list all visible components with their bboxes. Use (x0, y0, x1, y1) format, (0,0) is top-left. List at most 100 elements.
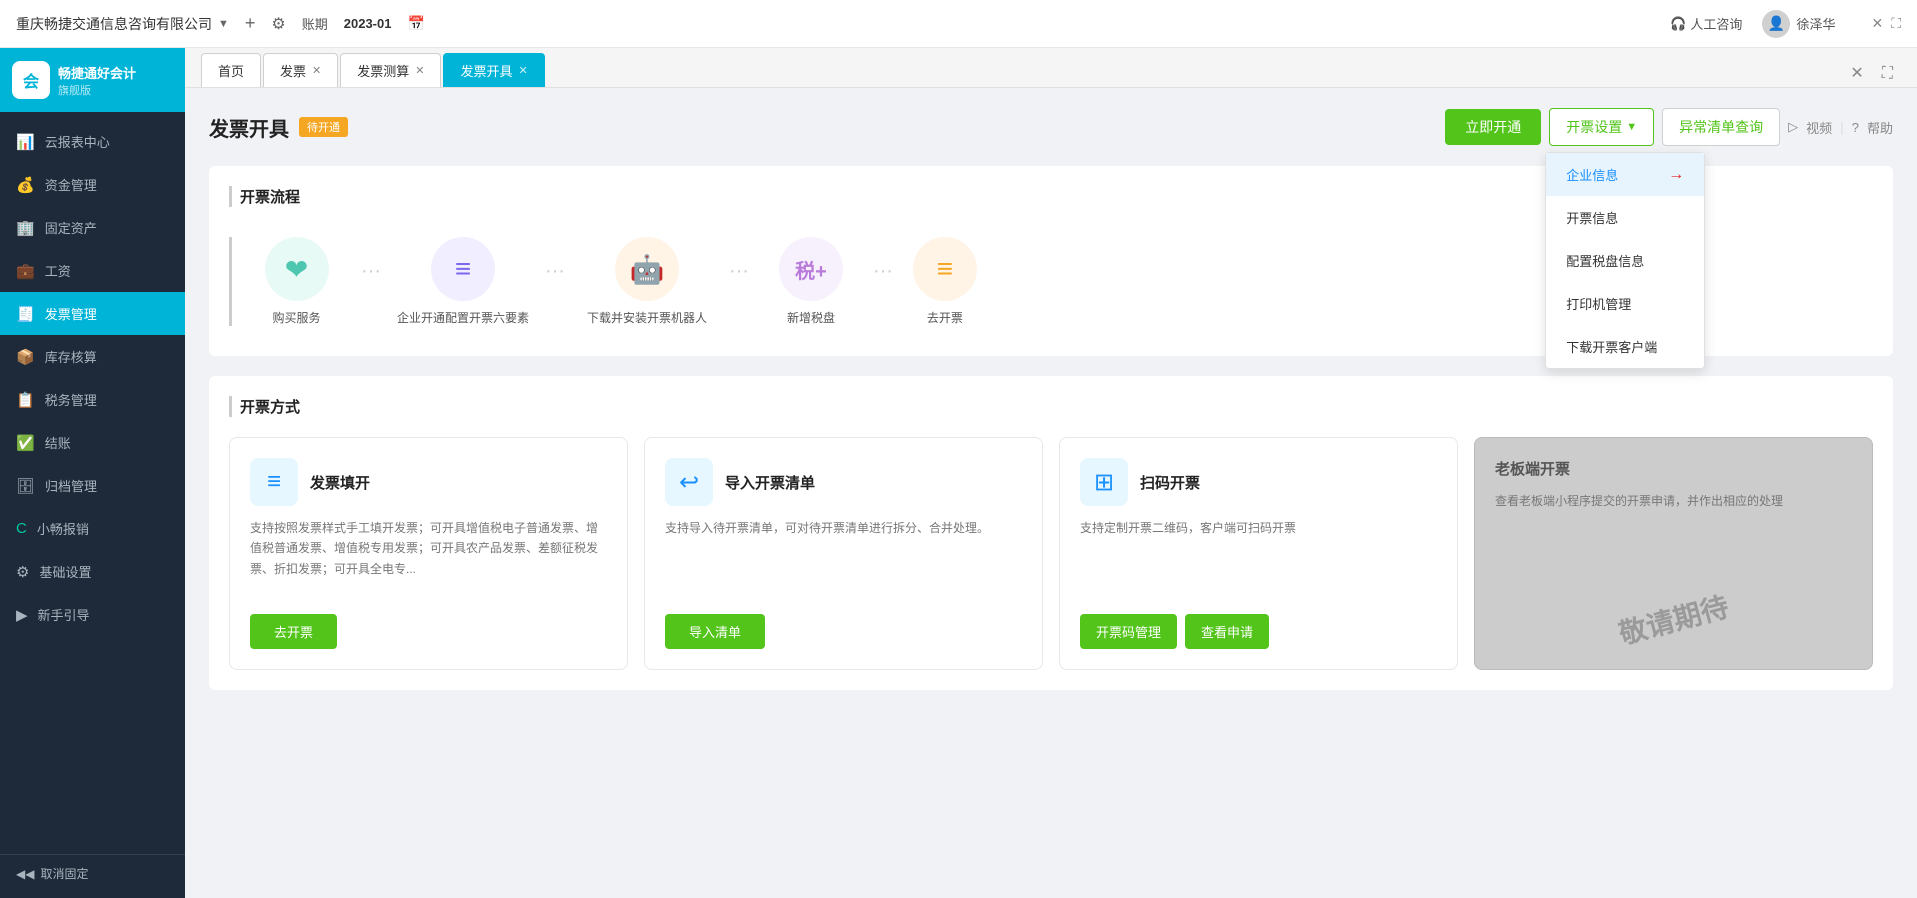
sidebar-item-invoice[interactable]: 🧾 发票管理 (0, 292, 185, 335)
sidebar-item-guide[interactable]: ▶ 新手引导 (0, 593, 185, 636)
method-card-boss: 老板端开票 查看老板端小程序提交的开票申请，并作出相应的处理 敬请期待 (1474, 437, 1873, 670)
expense-icon: C (16, 520, 27, 537)
dropdown-item-printer[interactable]: 打印机管理 (1546, 282, 1704, 325)
process-step-4: 税+ 新增税盘 (761, 237, 861, 326)
boss-title: 老板端开票 (1495, 458, 1570, 479)
tab-bar: 首页 发票 ✕ 发票测算 ✕ 发票开具 ✕ ✕ ⛶ (185, 48, 1917, 88)
process-step-1: ❤ 购买服务 (229, 237, 349, 326)
sidebar-item-assets[interactable]: 🏢 固定资产 (0, 206, 185, 249)
sidebar-item-salary[interactable]: 💼 工资 (0, 249, 185, 292)
funds-icon: 💰 (16, 176, 35, 194)
fill-btn[interactable]: 去开票 (250, 614, 337, 649)
company-selector[interactable]: 重庆畅捷交通信息咨询有限公司 ▼ (16, 14, 229, 34)
sidebar-item-archive[interactable]: 🗄 归档管理 (0, 464, 185, 507)
activate-button[interactable]: 立即开通 (1445, 109, 1541, 145)
step-2-icon: ≡ (431, 237, 495, 301)
tab-home[interactable]: 首页 (201, 53, 261, 87)
video-icon[interactable]: ▷ (1788, 119, 1798, 135)
step-2-label: 企业开通配置开票六要素 (397, 309, 529, 326)
help-icon[interactable]: ? (1852, 120, 1859, 135)
process-step-5: ≡ 去开票 (905, 237, 985, 326)
settings-button[interactable]: 开票设置 ▼ (1549, 108, 1654, 146)
window-close-button[interactable]: ✕ (1842, 59, 1871, 87)
consultation-button[interactable]: 🎧 人工咨询 (1670, 14, 1742, 33)
add-button[interactable]: + (245, 13, 256, 34)
invoice-icon: 🧾 (16, 305, 35, 323)
settings-button-label: 开票设置 (1566, 117, 1622, 137)
sidebar-collapse[interactable]: ◀◀ 取消固定 (0, 854, 185, 898)
collapse-icon: ◀◀ (16, 867, 34, 881)
process-step-3: 🤖 下载并安装开票机器人 (577, 237, 717, 326)
tab-home-label: 首页 (218, 61, 244, 80)
period-value: 2023-01 (344, 16, 392, 31)
help-label[interactable]: 帮助 (1867, 118, 1893, 137)
sidebar-item-inventory[interactable]: 📦 库存核算 (0, 335, 185, 378)
anomaly-button[interactable]: 异常清单查询 (1662, 108, 1780, 146)
tab-close-icon[interactable]: ✕ (312, 64, 321, 77)
sidebar-item-label: 结账 (45, 433, 71, 452)
minimize-icon[interactable]: ✕ (1871, 15, 1883, 32)
method-card-import: ↩ 导入开票清单 支持导入待开票清单，可对待开票清单进行拆分、合并处理。 导入清… (644, 437, 1043, 670)
sidebar-item-label: 资金管理 (45, 175, 97, 194)
arrow-2: ··· (545, 260, 565, 303)
calendar-icon[interactable]: 📅 (407, 15, 424, 32)
import-desc: 支持导入待开票清单，可对待开票清单进行拆分、合并处理。 (665, 518, 1022, 598)
user-info[interactable]: 👤 徐泽华 (1762, 10, 1835, 38)
step-3-icon: 🤖 (615, 237, 679, 301)
tab-close-icon[interactable]: ✕ (519, 64, 528, 77)
fill-icon: ≡ (250, 458, 298, 506)
method-card-fill: ≡ 发票填开 支持按照发票样式手工填开发票；可开具增值税电子普通发票、增值税普通… (229, 437, 628, 670)
dropdown-item-ticket[interactable]: 开票信息 (1546, 196, 1704, 239)
collapse-label: 取消固定 (40, 865, 88, 882)
sidebar: 会 畅捷通好会计 旗舰版 📊 云报表中心 💰 资金管理 🏢 固定 (0, 48, 185, 898)
step-1-icon: ❤ (265, 237, 329, 301)
tab-invoice[interactable]: 发票 ✕ (263, 53, 338, 87)
header-right: 🎧 人工咨询 👤 徐泽华 ✕ ⛶ (1670, 10, 1901, 38)
sidebar-item-label: 库存核算 (45, 347, 97, 366)
dropdown-item-company[interactable]: 企业信息 → (1546, 153, 1704, 196)
sidebar-item-funds[interactable]: 💰 资金管理 (0, 163, 185, 206)
scan-btn2[interactable]: 查看申请 (1185, 614, 1269, 649)
tab-invoice-label: 发票 (280, 61, 306, 80)
methods-section: 开票方式 ≡ 发票填开 支持按照发票样式手工填开发票；可开具增值税电子普通发票、… (209, 376, 1893, 690)
method-card-scan: ⊞ 扫码开票 支持定制开票二维码，客户端可扫码开票 开票码管理 查看申请 (1059, 437, 1458, 670)
user-name: 徐泽华 (1796, 14, 1835, 33)
guide-icon: ▶ (16, 606, 28, 624)
tab-calc[interactable]: 发票测算 ✕ (340, 53, 441, 87)
video-label[interactable]: 视频 (1806, 118, 1832, 137)
sidebar-item-label: 基础设置 (39, 562, 91, 581)
step-5-label: 去开票 (927, 309, 963, 326)
sidebar-item-label: 小畅报销 (37, 519, 89, 538)
sidebar-item-expense[interactable]: C 小畅报销 (0, 507, 185, 550)
boss-desc: 查看老板端小程序提交的开票申请，并作出相应的处理 (1495, 491, 1852, 571)
page-content: 发票开具 待开通 立即开通 开票设置 ▼ 异常清单查询 ▷ 视频 | ? (185, 88, 1917, 898)
chevron-down-icon: ▼ (218, 18, 229, 30)
tab-close-icon[interactable]: ✕ (415, 64, 424, 77)
sidebar-item-settlement[interactable]: ✅ 结账 (0, 421, 185, 464)
period-label: 账期 (302, 14, 328, 33)
window-fullscreen-button[interactable]: ⛶ (1874, 61, 1901, 87)
import-btn[interactable]: 导入清单 (665, 614, 765, 649)
process-step-2: ≡ 企业开通配置开票六要素 (393, 237, 533, 326)
arrow-4: ··· (873, 260, 893, 303)
assets-icon: 🏢 (16, 219, 35, 237)
step-3-label: 下载并安装开票机器人 (587, 309, 707, 326)
settings-gear-icon: ⚙ (16, 563, 29, 581)
sidebar-item-reports[interactable]: 📊 云报表中心 (0, 120, 185, 163)
sidebar-item-settings[interactable]: ⚙ 基础设置 (0, 550, 185, 593)
inventory-icon: 📦 (16, 348, 35, 366)
scan-btn1[interactable]: 开票码管理 (1080, 614, 1177, 649)
sidebar-nav: 📊 云报表中心 💰 资金管理 🏢 固定资产 💼 工资 🧾 发票管理 (0, 112, 185, 854)
headset-icon: 🎧 (1670, 16, 1686, 32)
status-badge: 待开通 (299, 117, 348, 137)
dropdown-item-taxdisk[interactable]: 配置税盘信息 (1546, 239, 1704, 282)
settings-icon[interactable]: ⚙ (271, 14, 285, 34)
tab-issue[interactable]: 发票开具 ✕ (443, 53, 544, 87)
import-icon: ↩ (665, 458, 713, 506)
red-arrow-icon: → (1668, 166, 1684, 184)
sidebar-item-tax[interactable]: 📋 税务管理 (0, 378, 185, 421)
dropdown-item-download[interactable]: 下载开票客户端 (1546, 325, 1704, 368)
maximize-icon[interactable]: ⛶ (1891, 15, 1901, 32)
step-1-label: 购买服务 (272, 309, 320, 326)
app-name: 畅捷通好会计 (58, 63, 136, 82)
